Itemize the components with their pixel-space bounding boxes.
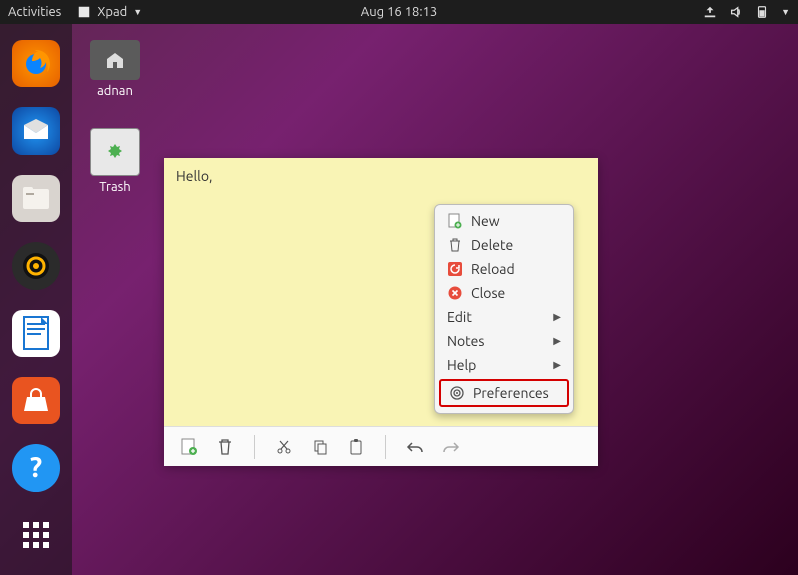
menu-help-label: Help [447, 357, 476, 373]
close-icon [447, 285, 463, 301]
dock-rhythmbox[interactable] [12, 242, 60, 289]
system-status-area[interactable]: ▼ [703, 5, 790, 19]
apps-grid-icon [23, 522, 49, 548]
help-icon: ? [30, 452, 42, 483]
thunderbird-icon [20, 115, 52, 147]
xpad-app-icon [77, 5, 91, 19]
menu-notes[interactable]: Notes ▶ [435, 329, 573, 353]
paste-icon [348, 438, 364, 456]
dock-ubuntu-software[interactable] [12, 377, 60, 424]
trash-tool-icon [217, 438, 233, 456]
dock-firefox[interactable] [12, 40, 60, 87]
menu-preferences-label: Preferences [473, 385, 549, 401]
system-menu-arrow-icon: ▼ [781, 7, 790, 17]
redo-icon [442, 440, 460, 454]
home-folder-label: adnan [97, 84, 133, 98]
toolbar-separator [385, 435, 386, 459]
activities-button[interactable]: Activities [8, 5, 61, 19]
new-note-button[interactable] [178, 436, 200, 458]
dock-libreoffice-writer[interactable] [12, 310, 60, 357]
dock: ? [0, 24, 72, 575]
software-icon [21, 387, 51, 415]
app-menu-button[interactable]: Xpad ▼ [77, 5, 142, 19]
undo-button[interactable] [404, 436, 426, 458]
folder-icon [90, 40, 140, 80]
menu-new[interactable]: New [435, 209, 573, 233]
menu-close-label: Close [471, 285, 505, 301]
menu-reload-label: Reload [471, 261, 515, 277]
top-bar: Activities Xpad ▼ Aug 16 18:13 ▼ [0, 0, 798, 24]
preferences-icon [449, 385, 465, 401]
redo-button[interactable] [440, 436, 462, 458]
clock[interactable]: Aug 16 18:13 [361, 5, 438, 19]
trash[interactable]: Trash [90, 128, 140, 194]
copy-button[interactable] [309, 436, 331, 458]
menu-notes-label: Notes [447, 333, 484, 349]
menu-edit[interactable]: Edit ▶ [435, 305, 573, 329]
dock-files[interactable] [12, 175, 60, 222]
note-toolbar [164, 426, 598, 466]
dock-thunderbird[interactable] [12, 107, 60, 154]
cut-icon [276, 439, 292, 455]
app-menu-label: Xpad [97, 5, 127, 19]
trash-icon [90, 128, 140, 176]
trash-label: Trash [99, 180, 130, 194]
menu-delete-label: Delete [471, 237, 513, 253]
copy-icon [312, 439, 328, 455]
rhythmbox-icon [21, 251, 51, 281]
files-icon [21, 185, 51, 211]
new-note-icon [180, 438, 198, 456]
network-icon [703, 5, 717, 19]
cut-button[interactable] [273, 436, 295, 458]
menu-new-label: New [471, 213, 500, 229]
context-menu: New Delete Reload Close Edit ▶ Notes ▶ H… [434, 204, 574, 414]
dock-help[interactable]: ? [12, 444, 60, 491]
menu-delete[interactable]: Delete [435, 233, 573, 257]
submenu-arrow-icon: ▶ [553, 359, 561, 371]
delete-note-button[interactable] [214, 436, 236, 458]
toolbar-separator [254, 435, 255, 459]
dock-show-applications[interactable] [12, 512, 60, 559]
paste-button[interactable] [345, 436, 367, 458]
dropdown-arrow-icon: ▼ [133, 7, 142, 17]
battery-icon [755, 5, 769, 19]
menu-close[interactable]: Close [435, 281, 573, 305]
menu-reload[interactable]: Reload [435, 257, 573, 281]
reload-icon [447, 261, 463, 277]
writer-icon [21, 315, 51, 351]
undo-icon [406, 440, 424, 454]
submenu-arrow-icon: ▶ [553, 311, 561, 323]
menu-help[interactable]: Help ▶ [435, 353, 573, 377]
desktop-icons: adnan Trash [90, 40, 140, 194]
delete-icon [447, 237, 463, 253]
firefox-icon [19, 47, 53, 81]
volume-icon [729, 5, 743, 19]
home-folder[interactable]: adnan [90, 40, 140, 98]
menu-edit-label: Edit [447, 309, 472, 325]
new-icon [447, 213, 463, 229]
submenu-arrow-icon: ▶ [553, 335, 561, 347]
menu-preferences[interactable]: Preferences [439, 379, 569, 407]
